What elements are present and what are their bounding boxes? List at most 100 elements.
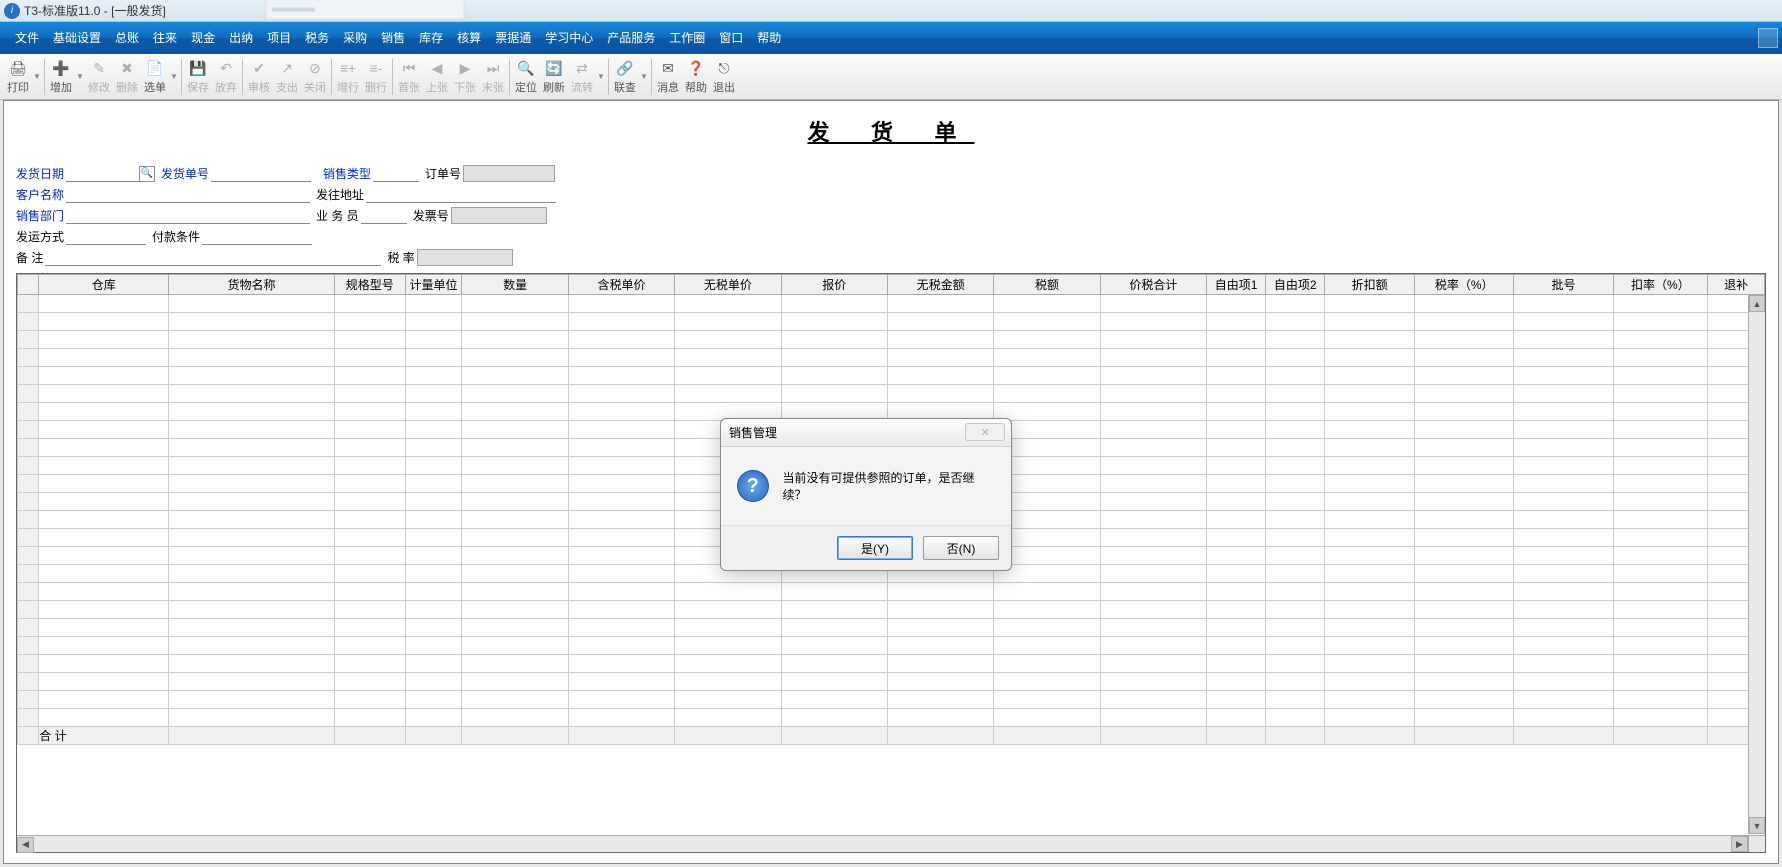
- col-折扣额[interactable]: 折扣额: [1325, 275, 1415, 295]
- table-row[interactable]: [18, 313, 1765, 331]
- table-row[interactable]: [18, 619, 1765, 637]
- col-自由项2[interactable]: 自由项2: [1266, 275, 1325, 295]
- input-sale-type[interactable]: [373, 165, 419, 182]
- input-tax-rate[interactable]: [417, 249, 513, 266]
- menu-总账[interactable]: 总账: [108, 22, 146, 54]
- scroll-left-button[interactable]: ◀: [17, 837, 34, 853]
- table-row[interactable]: [18, 367, 1765, 385]
- scroll-down-button[interactable]: ▼: [1749, 817, 1765, 834]
- col-退补[interactable]: 退补: [1708, 275, 1765, 295]
- col-报价[interactable]: 报价: [781, 275, 887, 295]
- input-invoice-no[interactable]: [451, 207, 547, 224]
- toolbar-增加-dropdown[interactable]: ▼: [75, 56, 85, 98]
- col-税率（%）[interactable]: 税率（%）: [1415, 275, 1514, 295]
- menu-帮助[interactable]: 帮助: [750, 22, 788, 54]
- table-row[interactable]: [18, 601, 1765, 619]
- toolbar-退出-button[interactable]: ⎋退出: [710, 56, 738, 98]
- menu-销售[interactable]: 销售: [374, 22, 412, 54]
- 审核-icon: ✔: [249, 58, 269, 78]
- menu-出纳[interactable]: 出纳: [222, 22, 260, 54]
- menu-学习中心[interactable]: 学习中心: [538, 22, 600, 54]
- toolbar-选单-dropdown[interactable]: ▼: [169, 56, 179, 98]
- toolbar-separator: [651, 59, 652, 95]
- table-row[interactable]: [18, 655, 1765, 673]
- scroll-up-button[interactable]: ▲: [1749, 295, 1765, 312]
- yes-button[interactable]: 是(Y): [837, 536, 913, 560]
- col-rowhead[interactable]: [18, 275, 39, 295]
- table-row[interactable]: [18, 385, 1765, 403]
- menubar-right-button[interactable]: [1758, 28, 1778, 48]
- menu-核算[interactable]: 核算: [450, 22, 488, 54]
- scroll-right-button[interactable]: ▶: [1731, 836, 1748, 852]
- col-批号[interactable]: 批号: [1514, 275, 1613, 295]
- dialog-titlebar[interactable]: 销售管理 ✕: [721, 419, 1011, 447]
- table-row[interactable]: [18, 637, 1765, 655]
- menu-税务[interactable]: 税务: [298, 22, 336, 54]
- col-规格型号[interactable]: 规格型号: [334, 275, 405, 295]
- vertical-scrollbar[interactable]: ▲ ▼: [1748, 295, 1765, 834]
- menu-票据通[interactable]: 票据通: [488, 22, 538, 54]
- toolbar-separator: [44, 59, 45, 95]
- toolbar-流转-dropdown[interactable]: ▼: [596, 56, 606, 98]
- toolbar-刷新-button[interactable]: 🔄刷新: [540, 56, 568, 98]
- input-remark[interactable]: [45, 249, 381, 266]
- toolbar-增加-button[interactable]: ➕增加: [47, 56, 75, 98]
- toolbar-联查-button[interactable]: 🔗联查: [611, 56, 639, 98]
- table-row[interactable]: [18, 673, 1765, 691]
- 打印-icon: 🖨: [8, 58, 28, 78]
- menu-项目[interactable]: 项目: [260, 22, 298, 54]
- dialog-close-button[interactable]: ✕: [965, 423, 1005, 441]
- toolbar-打印-dropdown[interactable]: ▼: [32, 56, 42, 98]
- col-无税金额[interactable]: 无税金额: [887, 275, 993, 295]
- input-ship-no[interactable]: [211, 165, 311, 182]
- input-cust-name[interactable]: [66, 186, 310, 203]
- toolbar-打印-button[interactable]: 🖨打印: [4, 56, 32, 98]
- lookup-ship-date[interactable]: 🔍: [139, 166, 155, 182]
- toolbar-消息-button[interactable]: ✉消息: [654, 56, 682, 98]
- input-salesman[interactable]: [361, 207, 407, 224]
- menu-窗口[interactable]: 窗口: [712, 22, 750, 54]
- col-仓库[interactable]: 仓库: [39, 275, 169, 295]
- toolbar-separator: [392, 59, 393, 95]
- col-扣率（%）[interactable]: 扣率（%）: [1613, 275, 1708, 295]
- toolbar-定位-button[interactable]: 🔍定位: [512, 56, 540, 98]
- table-row[interactable]: [18, 691, 1765, 709]
- table-row[interactable]: [18, 709, 1765, 727]
- background-tab[interactable]: ▪▪▪▪▪▪▪▪▪▪▪: [265, 0, 465, 20]
- menu-库存[interactable]: 库存: [412, 22, 450, 54]
- no-button[interactable]: 否(N): [923, 536, 999, 560]
- menu-产品服务[interactable]: 产品服务: [600, 22, 662, 54]
- col-数量[interactable]: 数量: [462, 275, 568, 295]
- input-order-no[interactable]: [463, 165, 555, 182]
- col-无税单价[interactable]: 无税单价: [675, 275, 781, 295]
- menu-现金[interactable]: 现金: [184, 22, 222, 54]
- col-计量单位[interactable]: 计量单位: [405, 275, 462, 295]
- toolbar-帮助-button[interactable]: ❓帮助: [682, 56, 710, 98]
- table-row[interactable]: [18, 331, 1765, 349]
- col-自由项1[interactable]: 自由项1: [1207, 275, 1266, 295]
- table-row[interactable]: [18, 583, 1765, 601]
- 增加-icon: ➕: [51, 58, 71, 78]
- toolbar-label: 保存: [187, 79, 209, 95]
- toolbar-选单-button[interactable]: 📄选单: [141, 56, 169, 98]
- col-价税合计[interactable]: 价税合计: [1100, 275, 1206, 295]
- horizontal-scrollbar[interactable]: ◀ ▶: [17, 835, 1748, 852]
- toolbar-联查-dropdown[interactable]: ▼: [639, 56, 649, 98]
- input-ship-date[interactable]: [66, 165, 140, 182]
- menu-基础设置[interactable]: 基础设置: [46, 22, 108, 54]
- input-ship-addr[interactable]: [366, 186, 556, 203]
- input-sale-dept[interactable]: [66, 207, 310, 224]
- toolbar-label: 上张: [426, 79, 448, 95]
- menu-工作圈[interactable]: 工作圈: [662, 22, 712, 54]
- input-ship-mode[interactable]: [66, 228, 146, 245]
- menu-文件[interactable]: 文件: [8, 22, 46, 54]
- col-税额[interactable]: 税额: [994, 275, 1100, 295]
- menu-采购[interactable]: 采购: [336, 22, 374, 54]
- menu-往来[interactable]: 往来: [146, 22, 184, 54]
- table-row[interactable]: [18, 295, 1765, 313]
- col-货物名称[interactable]: 货物名称: [169, 275, 334, 295]
- toolbar-label: 选单: [144, 79, 166, 95]
- input-pay-term[interactable]: [202, 228, 312, 245]
- col-含税单价[interactable]: 含税单价: [568, 275, 674, 295]
- table-row[interactable]: [18, 349, 1765, 367]
